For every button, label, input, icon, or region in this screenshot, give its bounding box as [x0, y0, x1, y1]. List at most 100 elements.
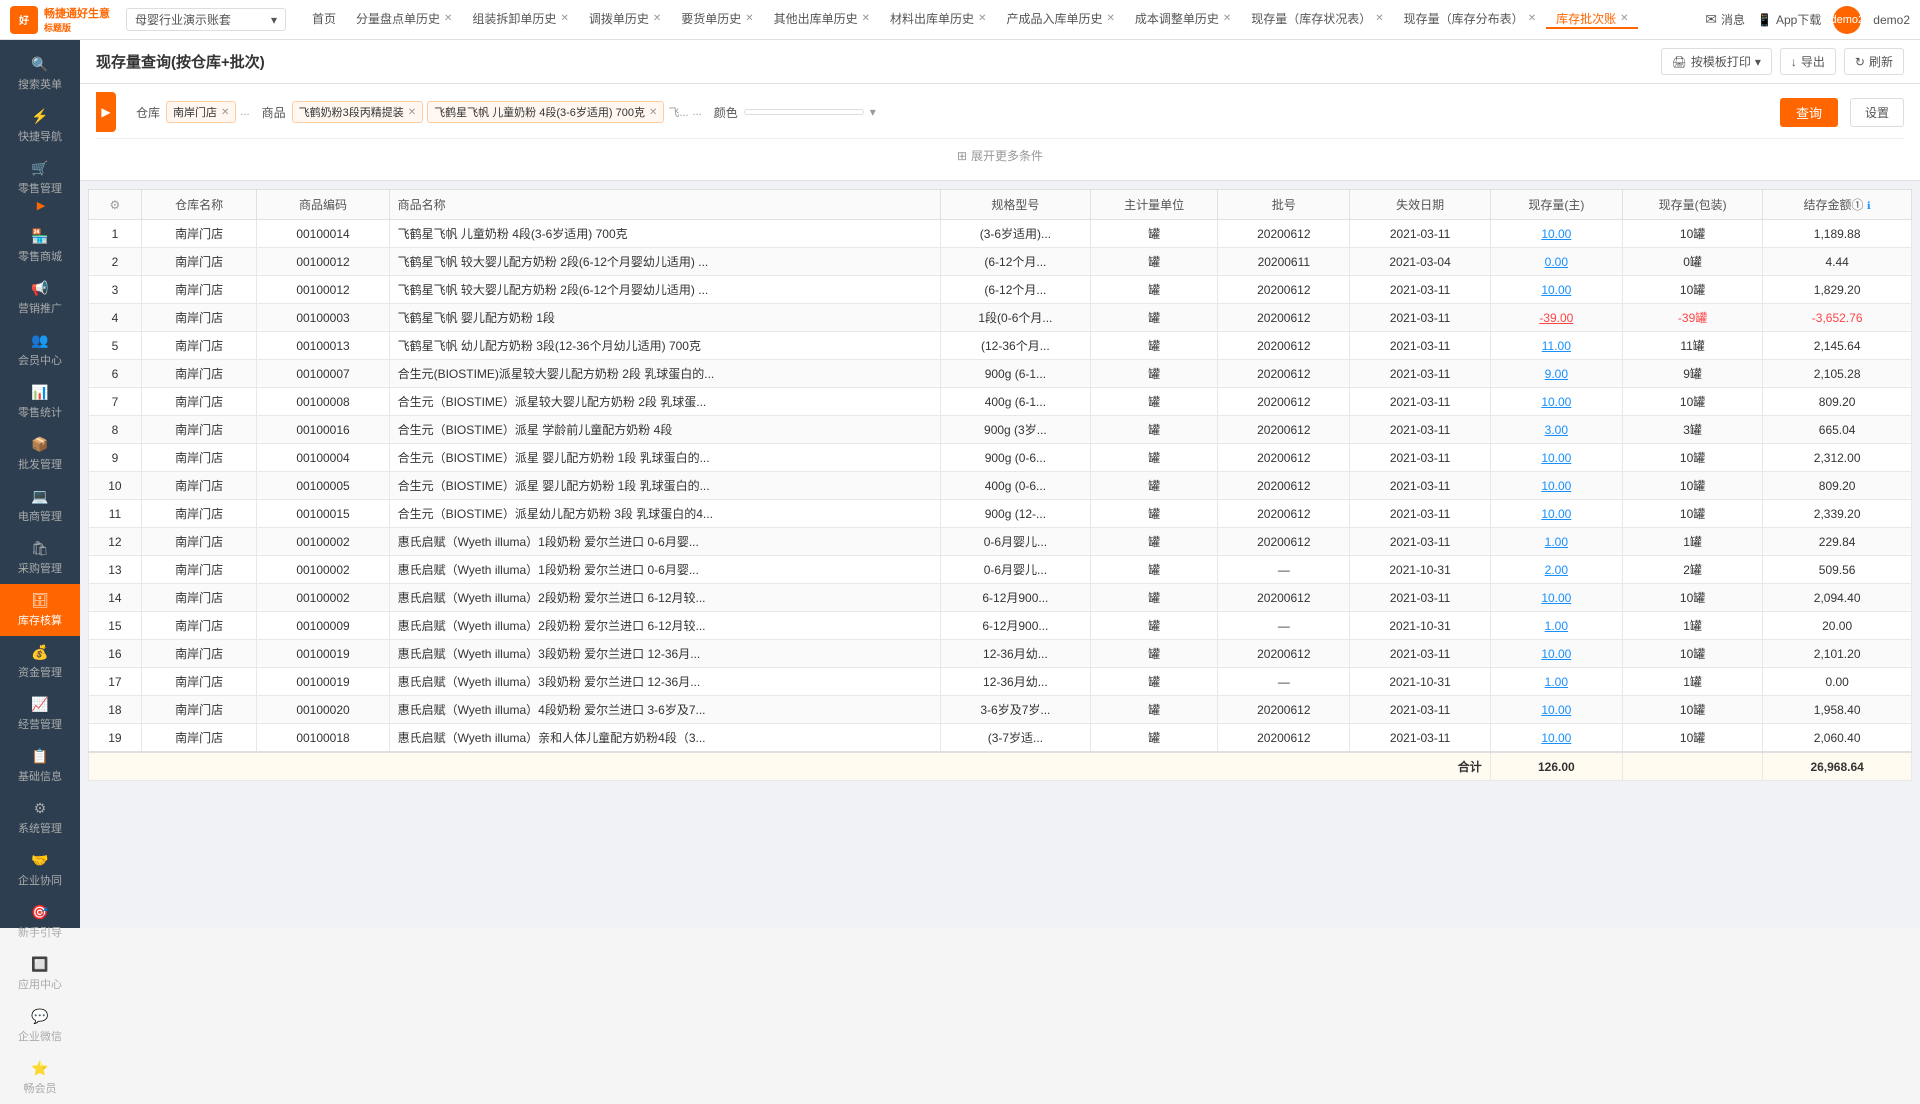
row-qty[interactable]: 1.00 — [1490, 668, 1622, 696]
row-name: 飞鹤星飞帆 较大婴儿配方奶粉 2段(6-12个月婴幼儿适用) ... — [389, 276, 940, 304]
refresh-button[interactable]: ↻ 刷新 — [1844, 48, 1904, 75]
row-expire: 2021-03-11 — [1350, 416, 1490, 444]
row-qty[interactable]: 10.00 — [1490, 640, 1622, 668]
nav-tab-4[interactable]: 要货单历史✕ — [671, 10, 763, 29]
sidebar-item-wholesale[interactable]: 📦 批发管理 — [0, 428, 80, 480]
color-input[interactable] — [744, 109, 864, 115]
sidebar-item-vip[interactable]: ⭐ 畅会员 — [0, 1052, 80, 1104]
product-tag-close-1[interactable]: ✕ — [408, 107, 416, 118]
nav-tab-10[interactable]: 现存量（库存分布表）✕ — [1394, 10, 1546, 29]
row-qty[interactable]: 10.00 — [1490, 584, 1622, 612]
sidebar-item-retail-stat[interactable]: 📊 零售统计 — [0, 376, 80, 428]
row-qty[interactable]: 10.00 — [1490, 724, 1622, 753]
nav-tab-7[interactable]: 产成品入库单历史✕ — [996, 10, 1124, 29]
nav-tab-11[interactable]: 库存批次账✕ — [1546, 10, 1638, 29]
sidebar-item-search[interactable]: 🔍 搜索英单 — [0, 48, 80, 100]
row-qty[interactable]: 1.00 — [1490, 528, 1622, 556]
row-store: 南岸门店 — [141, 444, 257, 472]
tab-close-7[interactable]: ✕ — [1106, 13, 1114, 24]
print-button[interactable]: 🖨 按模板打印 ▾ — [1661, 48, 1772, 75]
row-qty[interactable]: 10.00 — [1490, 500, 1622, 528]
query-button[interactable]: 查询 — [1780, 98, 1838, 127]
product-tag-1[interactable]: 飞鹤奶粉3段丙精提装 ✕ — [292, 101, 424, 123]
row-qty[interactable]: 9.00 — [1490, 360, 1622, 388]
sidebar-item-system[interactable]: ⚙ 系统管理 — [0, 792, 80, 844]
tab-close-6[interactable]: ✕ — [978, 13, 986, 24]
product-tag-close-2[interactable]: ✕ — [649, 107, 657, 118]
row-batch: 20200612 — [1218, 388, 1350, 416]
logo-title: 畅捷通好生意 — [44, 5, 110, 21]
row-name: 惠氏启赋（Wyeth illuma）亲和人体儿童配方奶粉4段（3... — [389, 724, 940, 753]
warehouse-more[interactable]: ... — [240, 106, 249, 118]
product-more[interactable]: 飞... — [668, 104, 688, 120]
tab-close-2[interactable]: ✕ — [560, 13, 568, 24]
tab-close-11[interactable]: ✕ — [1620, 13, 1628, 24]
tab-close-3[interactable]: ✕ — [653, 13, 661, 24]
sidebar-item-ecommerce[interactable]: 💻 电商管理 — [0, 480, 80, 532]
avatar[interactable]: demo2 — [1833, 6, 1861, 34]
nav-tab-3[interactable]: 调拨单历史✕ — [579, 10, 671, 29]
row-qty[interactable]: 2.00 — [1490, 556, 1622, 584]
tab-close-4[interactable]: ✕ — [745, 13, 753, 24]
row-qty[interactable]: 10.00 — [1490, 444, 1622, 472]
sidebar-item-marketing[interactable]: 📢 营销推广 — [0, 272, 80, 324]
sidebar-item-wechat[interactable]: 💬 企业微信 — [0, 1000, 80, 1052]
warehouse-tag-close-1[interactable]: ✕ — [221, 107, 229, 118]
expand-button[interactable]: ⊞ 展开更多条件 — [957, 143, 1043, 168]
nav-tab-5[interactable]: 其他出库单历史✕ — [764, 10, 880, 29]
sidebar-item-guide[interactable]: 🎯 新手引导 — [0, 896, 80, 948]
table-container[interactable]: ⚙ 仓库名称 商品编码 商品名称 规格型号 主计量单位 批号 失效日期 现存量(… — [80, 181, 1920, 928]
row-qty[interactable]: 3.00 — [1490, 416, 1622, 444]
export-button[interactable]: ↓ 导出 — [1780, 48, 1836, 75]
row-qty[interactable]: 10.00 — [1490, 388, 1622, 416]
row-qty[interactable]: 0.00 — [1490, 248, 1622, 276]
sidebar-item-purchase[interactable]: 🛍 采购管理 — [0, 532, 80, 584]
nav-tab-1[interactable]: 分量盘点单历史✕ — [346, 10, 462, 29]
row-store: 南岸门店 — [141, 724, 257, 753]
row-code: 00100004 — [257, 444, 389, 472]
sidebar-item-finance[interactable]: 💰 资金管理 — [0, 636, 80, 688]
row-qty[interactable]: 10.00 — [1490, 472, 1622, 500]
settings-icon[interactable]: ⚙ — [110, 198, 121, 212]
col-header-settings[interactable]: ⚙ — [89, 190, 142, 220]
row-qty[interactable]: 10.00 — [1490, 276, 1622, 304]
page-header: 现存量查询(按仓库+批次) 🖨 按模板打印 ▾ ↓ 导出 ↻ 刷新 — [80, 40, 1920, 84]
tab-close-9[interactable]: ✕ — [1375, 13, 1383, 24]
message-btn[interactable]: ✉消息 — [1705, 11, 1745, 28]
row-qty[interactable]: 11.00 — [1490, 332, 1622, 360]
nav-tab-9[interactable]: 现存量（库存状况表）✕ — [1241, 10, 1393, 29]
filter-toggle[interactable]: ▶ — [96, 92, 116, 132]
tab-close-5[interactable]: ✕ — [862, 13, 870, 24]
nav-tab-2[interactable]: 组装拆卸单历史✕ — [462, 10, 578, 29]
industry-selector[interactable]: 母婴行业演示账套 ▾ — [126, 8, 286, 31]
sidebar-item-member[interactable]: 👥 会员中心 — [0, 324, 80, 376]
sidebar-item-nav[interactable]: ⚡ 快捷导航 — [0, 100, 80, 152]
sidebar-item-operations[interactable]: 📈 经营管理 — [0, 688, 80, 740]
nav-home[interactable]: 首页 — [302, 10, 346, 29]
row-qty[interactable]: -39.00 — [1490, 304, 1622, 332]
setting-button[interactable]: 设置 — [1850, 98, 1904, 127]
tab-close-1[interactable]: ✕ — [444, 13, 452, 24]
sidebar-item-apps[interactable]: 🔲 应用中心 — [0, 948, 80, 1000]
table-row: 12 南岸门店 00100002 惠氏启赋（Wyeth illuma）1段奶粉 … — [89, 528, 1912, 556]
row-amount: 665.04 — [1763, 416, 1912, 444]
nav-tab-8[interactable]: 成本调整单历史✕ — [1125, 10, 1241, 29]
sidebar-item-inventory[interactable]: 🗄 库存核算 — [0, 584, 80, 636]
tab-close-10[interactable]: ✕ — [1528, 13, 1536, 24]
product-tag-2[interactable]: 飞鹤星飞帆 儿童奶粉 4段(3-6岁适用) 700克 ✕ — [427, 101, 664, 123]
amount-info-icon[interactable]: ℹ — [1867, 201, 1871, 212]
nav-tab-6[interactable]: 材料出库单历史✕ — [880, 10, 996, 29]
row-qty[interactable]: 10.00 — [1490, 220, 1622, 248]
sidebar-item-basics[interactable]: 📋 基础信息 — [0, 740, 80, 792]
tab-close-8[interactable]: ✕ — [1223, 13, 1231, 24]
sidebar-item-retail[interactable]: 🛒 零售管理 ▶ — [0, 152, 80, 220]
row-code: 00100013 — [257, 332, 389, 360]
sidebar-item-store[interactable]: 🏪 零售商城 — [0, 220, 80, 272]
row-qty-pack: 1罐 — [1622, 612, 1762, 640]
row-qty[interactable]: 1.00 — [1490, 612, 1622, 640]
app-download-btn[interactable]: 📱App下载 — [1757, 11, 1821, 28]
product-more-ellipsis[interactable]: ... — [693, 106, 702, 118]
warehouse-tag-1[interactable]: 南岸门店 ✕ — [166, 101, 236, 123]
sidebar-item-cooperation[interactable]: 🤝 企业协同 — [0, 844, 80, 896]
row-qty[interactable]: 10.00 — [1490, 696, 1622, 724]
